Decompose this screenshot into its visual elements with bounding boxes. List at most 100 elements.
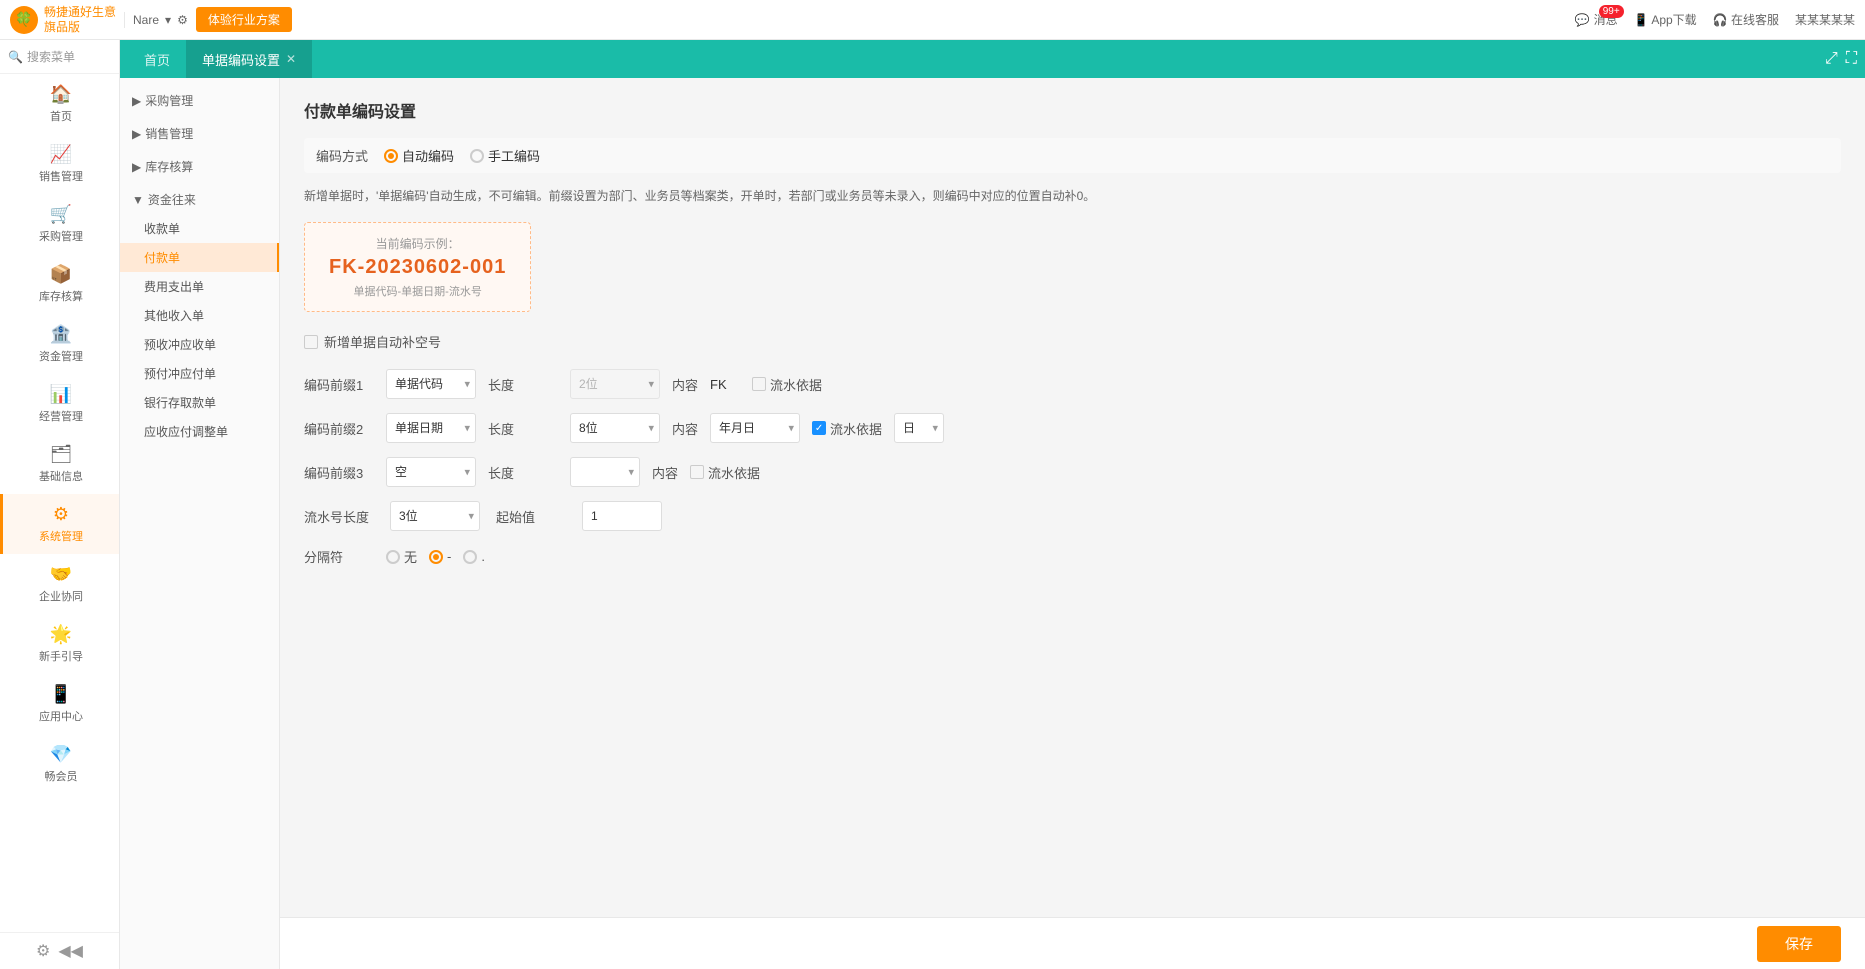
prefix3-length-select[interactable] bbox=[570, 457, 640, 487]
separator-dot-option[interactable]: . bbox=[463, 549, 485, 564]
auto-encoding-radio[interactable] bbox=[384, 149, 398, 163]
prefix2-select[interactable]: 单据日期 bbox=[386, 413, 476, 443]
sidebar-item-inventory[interactable]: 📦 库存核算 bbox=[0, 254, 119, 314]
topbar-right: 💬 消息 99+ 📱 App下载 🎧 在线客服 某某某某某 bbox=[1575, 11, 1855, 28]
fullscreen-icon[interactable]: ⛶ bbox=[1846, 50, 1857, 68]
subnav-group-capital: ▼ 资金往来 收款单 付款单 费用支出单 其他收入单 预收冲应收单 预付冲应付单… bbox=[120, 185, 279, 446]
prefix2-length-select[interactable]: 8位 bbox=[570, 413, 660, 443]
encoding-mode-row: 编码方式 自动编码 手工编码 bbox=[304, 138, 1841, 173]
subnav-bank-deposit[interactable]: 银行存取款单 bbox=[120, 388, 279, 417]
app-download-button[interactable]: 📱 App下载 bbox=[1634, 11, 1697, 28]
manual-encoding-radio[interactable] bbox=[470, 149, 484, 163]
auto-fill-checkbox[interactable] bbox=[304, 335, 318, 349]
maximize-icon[interactable]: ⤢ bbox=[1825, 50, 1838, 68]
prefix3-select[interactable]: 空 bbox=[386, 457, 476, 487]
prefix2-row: 编码前缀2 单据日期 长度 8位 内容 bbox=[304, 413, 1841, 443]
separator-dash-option[interactable]: - bbox=[429, 549, 451, 564]
auto-fill-label: 新增单据自动补空号 bbox=[324, 332, 441, 351]
tab-encoding[interactable]: 单据编码设置 ✕ bbox=[186, 40, 312, 78]
subnav-prepay-receive[interactable]: 预收冲应收单 bbox=[120, 330, 279, 359]
separator-dot-radio[interactable] bbox=[463, 550, 477, 564]
prefix1-content-label: 内容 bbox=[672, 375, 698, 394]
subnav-group-purchase: ▶ 采购管理 bbox=[120, 86, 279, 115]
sidebar-item-base[interactable]: 🗂 基础信息 bbox=[0, 434, 119, 494]
separator-row: 分隔符 无 - . bbox=[304, 547, 1841, 566]
sidebar-item-system[interactable]: ⚙ 系统管理 bbox=[0, 494, 119, 554]
subnav-sales-title[interactable]: ▶ 销售管理 bbox=[120, 119, 279, 148]
prefix2-stream-unit-select[interactable]: 日 bbox=[894, 413, 944, 443]
prefix2-length-label: 长度 bbox=[488, 419, 558, 438]
page-content: 付款单编码设置 编码方式 自动编码 手工编码 bbox=[280, 78, 1865, 917]
sidebar-item-coop[interactable]: 🤝 企业协同 bbox=[0, 554, 119, 614]
code-preview-sub: 单据代码-单据日期-流水号 bbox=[329, 283, 506, 299]
sidebar-item-home[interactable]: 🏠 首页 bbox=[0, 74, 119, 134]
subnav-group-inventory: ▶ 库存核算 bbox=[120, 152, 279, 181]
main-area: 首页 单据编码设置 ✕ ⤢ ⛶ ▶ 采购管理 bbox=[120, 40, 1865, 969]
serial-length-select[interactable]: 3位 bbox=[390, 501, 480, 531]
app-icon: 📱 bbox=[1634, 13, 1649, 27]
service-icon: 🎧 bbox=[1713, 13, 1728, 27]
topbar-divider bbox=[124, 12, 125, 28]
subnav-receipt[interactable]: 收款单 bbox=[120, 214, 279, 243]
subnav-expense[interactable]: 费用支出单 bbox=[120, 272, 279, 301]
auto-encoding-option[interactable]: 自动编码 bbox=[384, 146, 454, 165]
prefix2-content-select[interactable]: 年月日 bbox=[710, 413, 800, 443]
settings-icon[interactable]: ⚙ bbox=[177, 13, 188, 27]
sidebar-item-fund[interactable]: 🏦 资金管理 bbox=[0, 314, 119, 374]
system-icon: ⚙ bbox=[53, 504, 69, 525]
separator-dash-radio[interactable] bbox=[429, 550, 443, 564]
tabbar-actions: ⤢ ⛶ bbox=[1825, 50, 1857, 68]
message-button[interactable]: 💬 消息 99+ bbox=[1575, 11, 1618, 28]
bottom-bar: 保存 bbox=[280, 917, 1865, 969]
tab-close-icon[interactable]: ✕ bbox=[286, 52, 296, 66]
home-icon: 🏠 bbox=[50, 84, 72, 105]
operations-icon: 📊 bbox=[50, 384, 72, 405]
chevron-down-icon2: ▼ bbox=[132, 193, 144, 207]
prefix3-length-wrapper bbox=[570, 457, 640, 487]
online-service-button[interactable]: 🎧 在线客服 bbox=[1713, 11, 1779, 28]
prefix1-label: 编码前缀1 bbox=[304, 375, 374, 394]
subnav-prepay-pay[interactable]: 预付冲应付单 bbox=[120, 359, 279, 388]
sidebar-search[interactable]: 🔍 搜索菜单 bbox=[0, 40, 119, 74]
sales-icon: 📈 bbox=[50, 144, 72, 165]
user-menu[interactable]: 某某某某某 bbox=[1795, 11, 1855, 28]
page-title: 付款单编码设置 bbox=[304, 98, 1841, 122]
prefix2-stream-checkbox[interactable]: ✓ bbox=[812, 421, 826, 435]
search-icon: 🔍 bbox=[8, 50, 23, 64]
serial-start-input[interactable] bbox=[582, 501, 662, 531]
separator-none-radio[interactable] bbox=[386, 550, 400, 564]
save-button[interactable]: 保存 bbox=[1757, 926, 1841, 962]
settings-bottom-icon[interactable]: ⚙ bbox=[36, 941, 50, 961]
sidebar-item-operations[interactable]: 📊 经营管理 bbox=[0, 374, 119, 434]
topbar-nav: Nare ▾ ⚙ bbox=[133, 13, 188, 27]
subnav-ar-adjust[interactable]: 应收应付调整单 bbox=[120, 417, 279, 446]
prefix1-row: 编码前缀1 单据代码 长度 2位 内容 bbox=[304, 369, 1841, 399]
industry-button[interactable]: 体验行业方案 bbox=[196, 7, 292, 32]
tab-home[interactable]: 首页 bbox=[128, 40, 186, 78]
sidebar-item-member[interactable]: 💎 畅会员 bbox=[0, 734, 119, 794]
subnav-payment[interactable]: 付款单 bbox=[120, 243, 279, 272]
prefix3-stream-checkbox[interactable] bbox=[690, 465, 704, 479]
separator-none-option[interactable]: 无 bbox=[386, 547, 417, 566]
prefix3-select-wrapper: 空 bbox=[386, 457, 476, 487]
manual-encoding-option[interactable]: 手工编码 bbox=[470, 146, 540, 165]
subnav-purchase-title[interactable]: ▶ 采购管理 bbox=[120, 86, 279, 115]
prefix1-length-select[interactable]: 2位 bbox=[570, 369, 660, 399]
subnav-other-income[interactable]: 其他收入单 bbox=[120, 301, 279, 330]
sidebar-item-apps[interactable]: 📱 应用中心 bbox=[0, 674, 119, 734]
prefix3-label: 编码前缀3 bbox=[304, 463, 374, 482]
subnav-capital-title[interactable]: ▼ 资金往来 bbox=[120, 185, 279, 214]
sidebar-item-sales[interactable]: 📈 销售管理 bbox=[0, 134, 119, 194]
prefix1-stream-checkbox[interactable] bbox=[752, 377, 766, 391]
prefix3-row: 编码前缀3 空 长度 内容 bbox=[304, 457, 1841, 487]
inventory-icon: 📦 bbox=[50, 264, 72, 285]
sidebar-item-purchase[interactable]: 🛒 采购管理 bbox=[0, 194, 119, 254]
logo: 🍀 畅捷通好生意 旗品版 bbox=[10, 5, 116, 34]
chevron-down-icon[interactable]: ▾ bbox=[165, 13, 171, 27]
prefix1-length-label: 长度 bbox=[488, 375, 558, 394]
logo-icon: 🍀 bbox=[10, 6, 38, 34]
sidebar-item-guide[interactable]: 🌟 新手引导 bbox=[0, 614, 119, 674]
prefix1-select[interactable]: 单据代码 bbox=[386, 369, 476, 399]
collapse-icon[interactable]: ◀◀ bbox=[58, 941, 83, 961]
subnav-inventory-title[interactable]: ▶ 库存核算 bbox=[120, 152, 279, 181]
